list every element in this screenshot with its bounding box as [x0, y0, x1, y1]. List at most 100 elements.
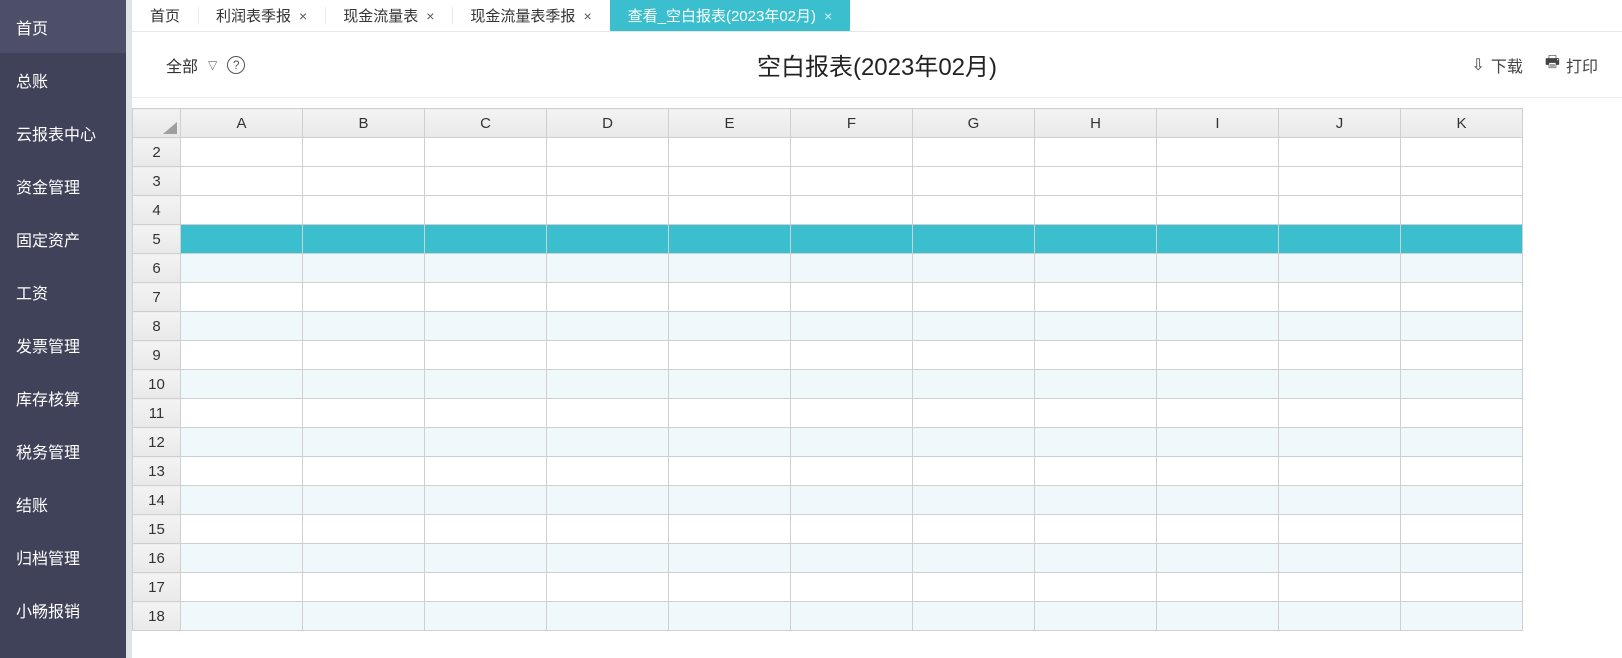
cell[interactable]: [1035, 399, 1157, 428]
cell[interactable]: [669, 602, 791, 631]
print-button[interactable]: 🖶 打印: [1545, 51, 1598, 78]
cell[interactable]: [181, 602, 303, 631]
cell[interactable]: [181, 138, 303, 167]
cell[interactable]: [791, 602, 913, 631]
cell[interactable]: [669, 515, 791, 544]
cell[interactable]: [1157, 341, 1279, 370]
row-header[interactable]: 14: [133, 486, 181, 515]
row-header[interactable]: 18: [133, 602, 181, 631]
cell[interactable]: [791, 167, 913, 196]
cell[interactable]: [791, 573, 913, 602]
cell[interactable]: [303, 515, 425, 544]
cell[interactable]: [791, 283, 913, 312]
cell[interactable]: [791, 544, 913, 573]
cell[interactable]: [913, 602, 1035, 631]
cell[interactable]: [1401, 428, 1523, 457]
cell[interactable]: [547, 312, 669, 341]
cell[interactable]: [669, 544, 791, 573]
cell[interactable]: [669, 399, 791, 428]
cell[interactable]: [791, 457, 913, 486]
cell[interactable]: [1401, 515, 1523, 544]
column-header[interactable]: J: [1279, 109, 1401, 138]
cell[interactable]: [303, 138, 425, 167]
cell[interactable]: [181, 515, 303, 544]
cell[interactable]: [547, 225, 669, 254]
column-header[interactable]: G: [913, 109, 1035, 138]
tab[interactable]: 现金流量表季报×: [452, 0, 609, 31]
cell[interactable]: [913, 254, 1035, 283]
cell[interactable]: [1279, 399, 1401, 428]
cell[interactable]: [1279, 196, 1401, 225]
cell[interactable]: [303, 254, 425, 283]
cell[interactable]: [1157, 457, 1279, 486]
cell[interactable]: [791, 312, 913, 341]
cell[interactable]: [791, 370, 913, 399]
cell[interactable]: [1279, 225, 1401, 254]
cell[interactable]: [1401, 341, 1523, 370]
cell[interactable]: [791, 428, 913, 457]
cell[interactable]: [1035, 341, 1157, 370]
cell[interactable]: [547, 167, 669, 196]
close-icon[interactable]: ×: [583, 8, 591, 24]
cell[interactable]: [425, 312, 547, 341]
row-header[interactable]: 16: [133, 544, 181, 573]
row-header[interactable]: 9: [133, 341, 181, 370]
cell[interactable]: [1279, 602, 1401, 631]
cell[interactable]: [1157, 428, 1279, 457]
cell[interactable]: [181, 254, 303, 283]
cell[interactable]: [1279, 312, 1401, 341]
cell[interactable]: [791, 138, 913, 167]
cell[interactable]: [913, 544, 1035, 573]
cell[interactable]: [547, 544, 669, 573]
cell[interactable]: [913, 573, 1035, 602]
row-header[interactable]: 2: [133, 138, 181, 167]
cell[interactable]: [1401, 196, 1523, 225]
column-header[interactable]: D: [547, 109, 669, 138]
cell[interactable]: [303, 428, 425, 457]
cell[interactable]: [1401, 370, 1523, 399]
cell[interactable]: [181, 283, 303, 312]
cell[interactable]: [303, 312, 425, 341]
cell[interactable]: [669, 138, 791, 167]
cell[interactable]: [1035, 544, 1157, 573]
cell[interactable]: [791, 341, 913, 370]
cell[interactable]: [1157, 312, 1279, 341]
cell[interactable]: [181, 225, 303, 254]
cell[interactable]: [303, 573, 425, 602]
close-icon[interactable]: ×: [426, 8, 434, 24]
cell[interactable]: [425, 138, 547, 167]
cell[interactable]: [547, 602, 669, 631]
sidebar-item[interactable]: 小畅报销: [0, 583, 126, 636]
cell[interactable]: [181, 341, 303, 370]
cell[interactable]: [303, 225, 425, 254]
cell[interactable]: [303, 544, 425, 573]
cell[interactable]: [547, 515, 669, 544]
close-icon[interactable]: ×: [824, 8, 832, 24]
cell[interactable]: [303, 341, 425, 370]
cell[interactable]: [181, 167, 303, 196]
sidebar-item[interactable]: 资金管理: [0, 159, 126, 212]
cell[interactable]: [425, 341, 547, 370]
cell[interactable]: [425, 370, 547, 399]
cell[interactable]: [1401, 602, 1523, 631]
cell[interactable]: [669, 486, 791, 515]
cell[interactable]: [547, 428, 669, 457]
cell[interactable]: [425, 225, 547, 254]
cell[interactable]: [181, 544, 303, 573]
cell[interactable]: [1279, 167, 1401, 196]
spreadsheet-viewport[interactable]: ABCDEFGHIJK23456789101112131415161718: [132, 98, 1622, 658]
cell[interactable]: [791, 399, 913, 428]
cell[interactable]: [669, 225, 791, 254]
cell[interactable]: [1157, 370, 1279, 399]
cell[interactable]: [1401, 399, 1523, 428]
cell[interactable]: [1157, 138, 1279, 167]
sidebar-item[interactable]: 总账: [0, 53, 126, 106]
cell[interactable]: [1401, 486, 1523, 515]
tab[interactable]: 现金流量表×: [325, 0, 452, 31]
cell[interactable]: [1035, 573, 1157, 602]
cell[interactable]: [547, 283, 669, 312]
column-header[interactable]: K: [1401, 109, 1523, 138]
cell[interactable]: [913, 196, 1035, 225]
cell[interactable]: [425, 544, 547, 573]
sidebar-item[interactable]: 工资: [0, 265, 126, 318]
